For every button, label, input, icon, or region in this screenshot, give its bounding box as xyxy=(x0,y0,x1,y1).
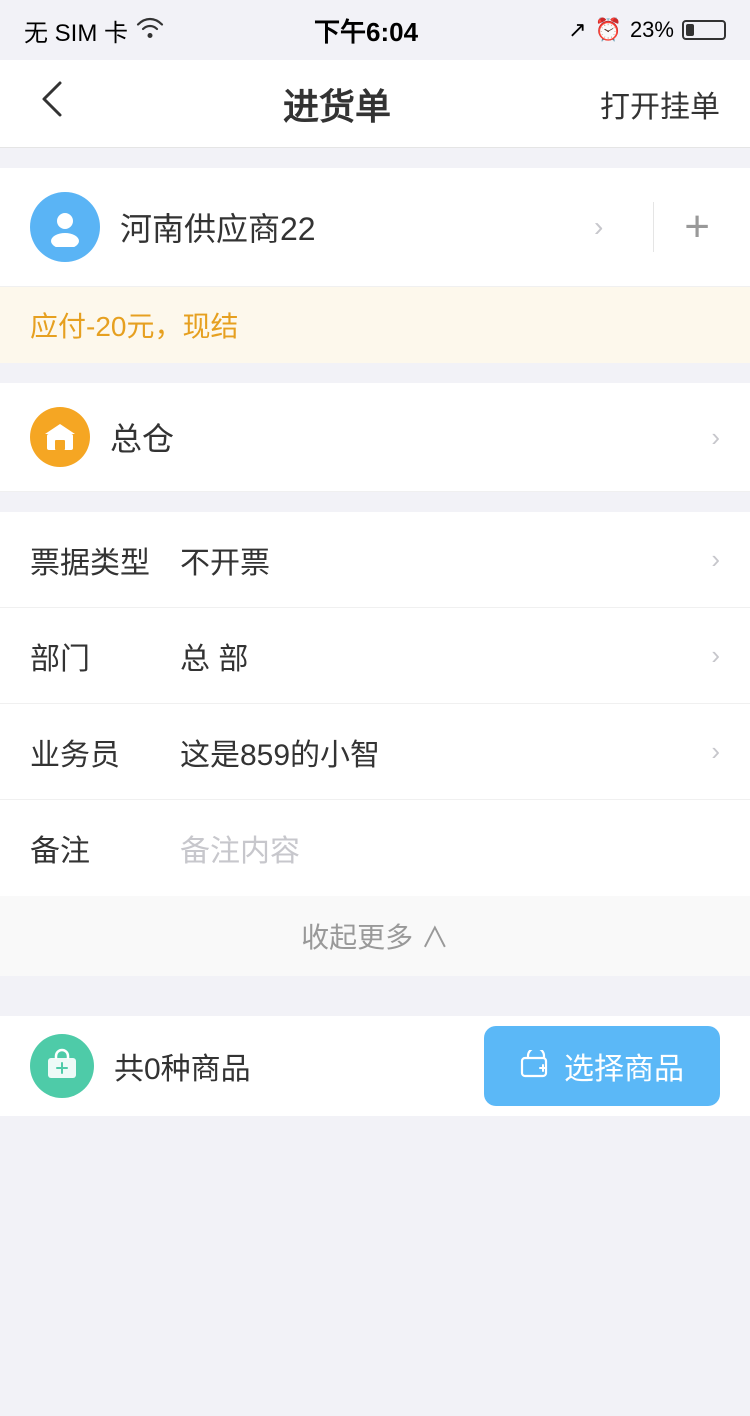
remark-value: 备注内容 xyxy=(170,826,720,870)
bottom-area xyxy=(0,1116,750,1416)
notice-text: 应付-20元，现结 xyxy=(30,311,238,342)
department-row[interactable]: 部门 总 部 › xyxy=(0,608,750,704)
add-supplier-button[interactable]: + xyxy=(674,202,720,252)
invoice-type-chevron-icon: › xyxy=(711,544,720,575)
select-goods-button[interactable]: 选择商品 xyxy=(484,1026,720,1106)
open-pending-button[interactable]: 打开挂单 xyxy=(600,82,720,126)
form-section: 票据类型 不开票 › 部门 总 部 › 业务员 这是859的小智 › 备注 备注… xyxy=(0,512,750,896)
status-bar: 无 SIM 卡 下午6:04 ↗ ⏰ 23% xyxy=(0,0,750,60)
supplier-name: 河南供应商22 xyxy=(120,204,594,250)
collapse-label: 收起更多 ∧ xyxy=(301,916,449,956)
battery-percent: 23% xyxy=(630,17,674,43)
divider xyxy=(653,202,654,252)
nav-bar: 进货单 打开挂单 xyxy=(0,60,750,148)
invoice-type-label: 票据类型 xyxy=(30,538,170,582)
invoice-type-value: 不开票 xyxy=(170,538,711,582)
warehouse-chevron-icon: › xyxy=(711,422,720,453)
product-icon xyxy=(30,1034,94,1098)
section-gap-1 xyxy=(0,148,750,168)
department-value: 总 部 xyxy=(170,634,711,678)
warehouse-name: 总仓 xyxy=(110,414,711,460)
collapse-button[interactable]: 收起更多 ∧ xyxy=(0,896,750,976)
wifi-icon xyxy=(136,16,164,44)
select-goods-icon xyxy=(520,1050,552,1082)
remark-row[interactable]: 备注 备注内容 xyxy=(0,800,750,896)
notice-banner: 应付-20元，现结 xyxy=(0,287,750,363)
department-label: 部门 xyxy=(30,634,170,678)
supplier-section: 河南供应商22 › + 应付-20元，现结 xyxy=(0,168,750,363)
select-goods-label: 选择商品 xyxy=(564,1044,684,1088)
remark-label: 备注 xyxy=(30,826,170,870)
supplier-avatar xyxy=(30,192,100,262)
section-gap-4 xyxy=(0,976,750,996)
page-title: 进货单 xyxy=(283,78,391,130)
section-gap-2 xyxy=(0,363,750,383)
warehouse-icon xyxy=(30,407,90,467)
department-chevron-icon: › xyxy=(711,640,720,671)
salesperson-value: 这是859的小智 xyxy=(170,730,711,774)
product-footer: 共0种商品 选择商品 xyxy=(0,1016,750,1116)
salesperson-label: 业务员 xyxy=(30,730,170,774)
warehouse-section: 总仓 › xyxy=(0,383,750,492)
status-left: 无 SIM 卡 xyxy=(24,13,164,48)
back-button[interactable] xyxy=(30,69,74,138)
status-right: ↗ ⏰ 23% xyxy=(568,17,726,43)
status-time: 下午6:04 xyxy=(314,12,418,49)
location-icon: ↗ xyxy=(568,17,586,43)
warehouse-row[interactable]: 总仓 › xyxy=(0,383,750,492)
supplier-chevron-icon: › xyxy=(594,211,603,243)
supplier-row[interactable]: 河南供应商22 › + xyxy=(0,168,750,287)
salesperson-chevron-icon: › xyxy=(711,736,720,767)
battery-icon xyxy=(682,20,726,40)
invoice-type-row[interactable]: 票据类型 不开票 › xyxy=(0,512,750,608)
carrier-label: 无 SIM 卡 xyxy=(24,13,128,48)
salesperson-row[interactable]: 业务员 这是859的小智 › xyxy=(0,704,750,800)
product-count: 共0种商品 xyxy=(114,1044,484,1088)
alarm-icon: ⏰ xyxy=(595,17,622,43)
section-gap-3 xyxy=(0,492,750,512)
